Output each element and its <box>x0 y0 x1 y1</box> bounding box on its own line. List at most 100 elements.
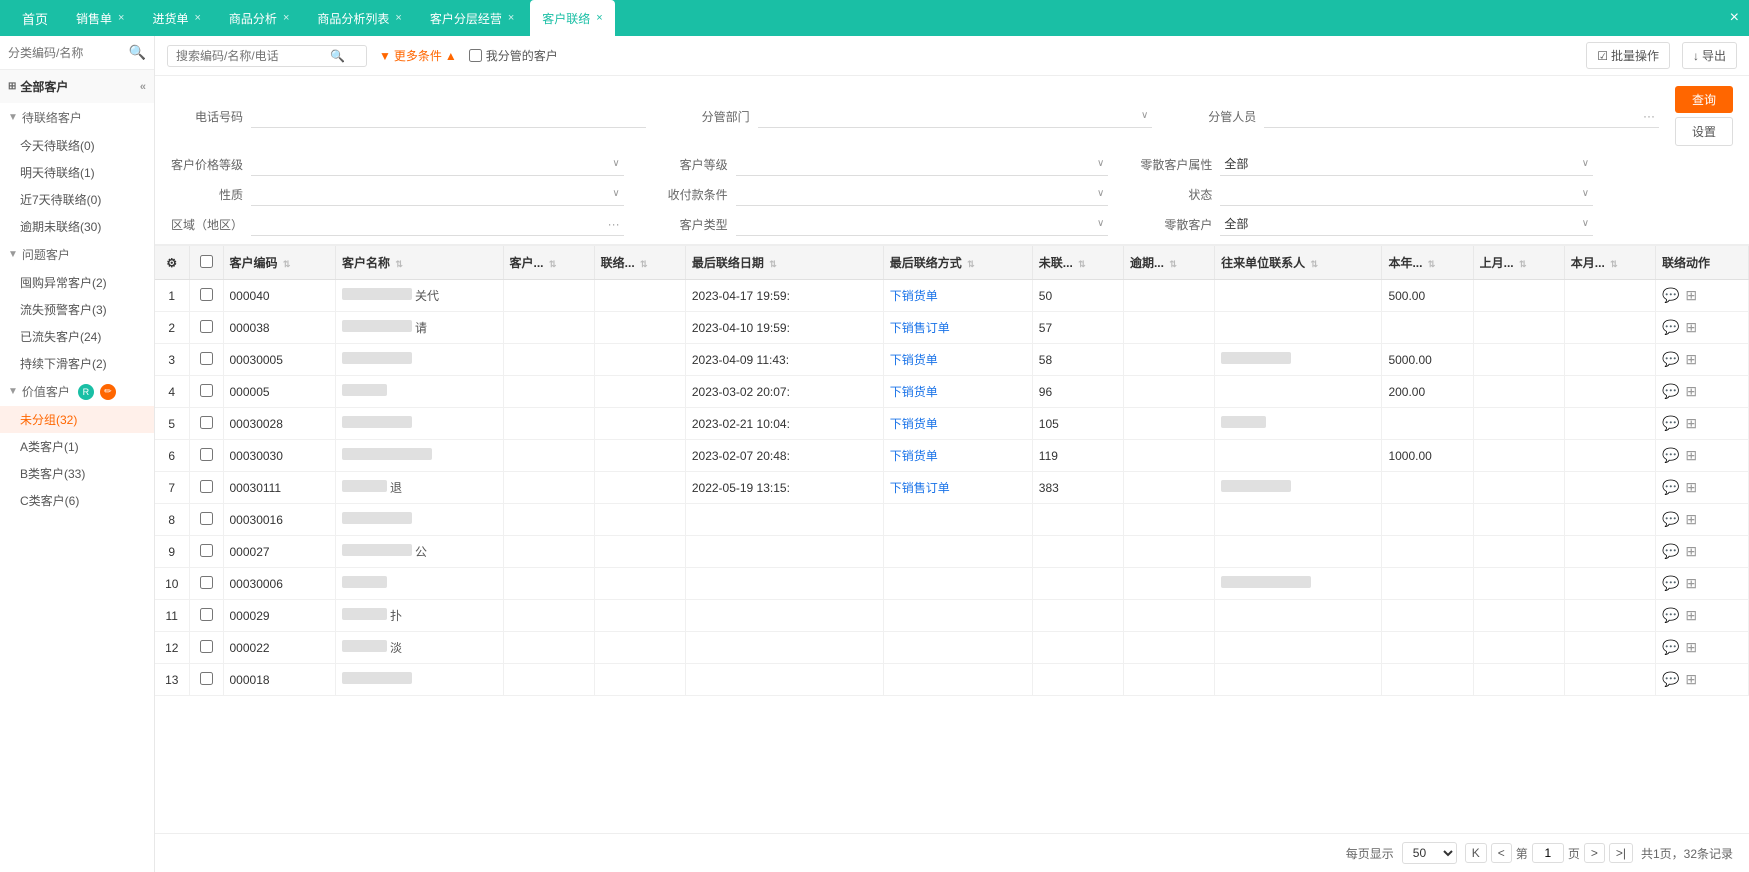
row-check[interactable] <box>200 480 213 493</box>
sidebar-item-7days[interactable]: 近7天待联络(0) <box>0 186 154 213</box>
status-select[interactable]: ∨ <box>1220 182 1593 206</box>
comment-icon[interactable]: 💬 <box>1662 415 1679 432</box>
close-icon[interactable]: × <box>395 12 401 24</box>
nav-analysis[interactable]: 商品分析 × <box>217 0 301 36</box>
sidebar-item-tomorrow[interactable]: 明天待联络(1) <box>0 159 154 186</box>
last-method-link[interactable]: 下销货单 <box>890 353 938 367</box>
thisyear-col-header[interactable]: 本年... ⇅ <box>1382 246 1473 280</box>
all-customers-header[interactable]: ⊞ 全部客户 « <box>0 70 154 103</box>
nature-select[interactable]: ∨ <box>251 182 624 206</box>
row-check[interactable] <box>200 352 213 365</box>
row-checkbox[interactable] <box>189 312 223 344</box>
nav-purchase[interactable]: 进货单 × <box>140 0 212 36</box>
sidebar-item-a-class[interactable]: A类客户(1) <box>0 433 154 460</box>
thismonth-col-header[interactable]: 本月... ⇅ <box>1564 246 1655 280</box>
customer-type-select[interactable]: ∨ <box>736 212 1109 236</box>
row-check[interactable] <box>200 640 213 653</box>
sidebar-item-ungroup[interactable]: 未分组(32) <box>0 406 154 433</box>
page-input[interactable] <box>1532 843 1564 863</box>
contact-col-header[interactable]: 联络... ⇅ <box>594 246 685 280</box>
sidebar-item-lost[interactable]: 已流失客户(24) <box>0 323 154 350</box>
sidebar-item-abnormal[interactable]: 囤购异常客户(2) <box>0 269 154 296</box>
overdue-col-header[interactable]: 逾期... ⇅ <box>1123 246 1214 280</box>
batch-op-button[interactable]: ☑ 批量操作 <box>1586 42 1670 69</box>
sidebar-item-overdue[interactable]: 逾期未联络(30) <box>0 213 154 240</box>
last-page-button[interactable]: >| <box>1609 843 1633 863</box>
grid-action-icon[interactable]: ⊞ <box>1685 575 1697 592</box>
row-checkbox[interactable] <box>189 472 223 504</box>
close-icon[interactable]: × <box>118 12 124 24</box>
comment-icon[interactable]: 💬 <box>1662 319 1679 336</box>
close-icon[interactable]: × <box>194 12 200 24</box>
comment-icon[interactable]: 💬 <box>1662 383 1679 400</box>
last-method-link[interactable]: 下销售订单 <box>890 321 950 335</box>
prev-page-button[interactable]: < <box>1491 843 1512 863</box>
row-checkbox[interactable] <box>189 504 223 536</box>
sidebar-group-pending[interactable]: ▼ 待联络客户 <box>0 103 154 132</box>
grid-action-icon[interactable]: ⊞ <box>1685 543 1697 560</box>
checkbox-col-header[interactable] <box>189 246 223 280</box>
row-checkbox[interactable] <box>189 632 223 664</box>
close-icon[interactable]: × <box>596 12 602 24</box>
comment-icon[interactable]: 💬 <box>1662 511 1679 528</box>
row-checkbox[interactable] <box>189 536 223 568</box>
search-icon[interactable]: 🔍 <box>330 49 345 63</box>
sidebar-item-warn[interactable]: 流失预警客户(3) <box>0 296 154 323</box>
close-icon[interactable]: × <box>508 12 514 24</box>
row-check[interactable] <box>200 448 213 461</box>
grid-action-icon[interactable]: ⊞ <box>1685 351 1697 368</box>
row-check[interactable] <box>200 576 213 589</box>
grid-action-icon[interactable]: ⊞ <box>1685 447 1697 464</box>
export-button[interactable]: ↓ 导出 <box>1682 42 1737 69</box>
sidebar-group-problem[interactable]: ▼ 问题客户 <box>0 240 154 269</box>
grid-action-icon[interactable]: ⊞ <box>1685 383 1697 400</box>
last-method-col-header[interactable]: 最后联络方式 ⇅ <box>883 246 1032 280</box>
comment-icon[interactable]: 💬 <box>1662 607 1679 624</box>
comment-icon[interactable]: 💬 <box>1662 447 1679 464</box>
grid-action-icon[interactable]: ⊞ <box>1685 479 1697 496</box>
sidebar-item-today[interactable]: 今天待联络(0) <box>0 132 154 159</box>
comment-icon[interactable]: 💬 <box>1662 543 1679 560</box>
grid-action-icon[interactable]: ⊞ <box>1685 511 1697 528</box>
row-check[interactable] <box>200 416 213 429</box>
last-method-link[interactable]: 下销货单 <box>890 289 938 303</box>
row-checkbox[interactable] <box>189 600 223 632</box>
last-method-link[interactable]: 下销货单 <box>890 449 938 463</box>
row-checkbox[interactable] <box>189 376 223 408</box>
search-input[interactable] <box>176 49 326 63</box>
grid-action-icon[interactable]: ⊞ <box>1685 287 1697 304</box>
search-button[interactable]: 查询 <box>1675 86 1733 113</box>
sidebar-group-value[interactable]: ▼ 价值客户 R ✏ <box>0 377 154 406</box>
my-customers-check[interactable] <box>469 49 482 62</box>
sidebar-item-declining[interactable]: 持续下滑客户(2) <box>0 350 154 377</box>
row-checkbox[interactable] <box>189 568 223 600</box>
comment-icon[interactable]: 💬 <box>1662 479 1679 496</box>
row-check[interactable] <box>200 320 213 333</box>
grid-action-icon[interactable]: ⊞ <box>1685 607 1697 624</box>
scatter-customer-select[interactable]: 全部 ∨ <box>1220 212 1593 236</box>
payment-select[interactable]: ∨ <box>736 182 1109 206</box>
row-checkbox[interactable] <box>189 280 223 312</box>
comment-icon[interactable]: 💬 <box>1662 575 1679 592</box>
sidebar-item-b-class[interactable]: B类客户(33) <box>0 460 154 487</box>
first-page-button[interactable]: K <box>1465 843 1487 863</box>
row-checkbox[interactable] <box>189 664 223 696</box>
comment-icon[interactable]: 💬 <box>1662 351 1679 368</box>
row-check[interactable] <box>200 384 213 397</box>
name-col-header[interactable]: 客户名称 ⇅ <box>336 246 504 280</box>
comment-icon[interactable]: 💬 <box>1662 639 1679 656</box>
more-filters-button[interactable]: ▼ 更多条件 ▲ <box>379 47 457 64</box>
category-search-input[interactable] <box>8 46 125 60</box>
grid-action-icon[interactable]: ⊞ <box>1685 671 1697 688</box>
nav-sales[interactable]: 销售单 × <box>64 0 136 36</box>
dept-select[interactable]: ∨ <box>758 104 1153 128</box>
my-customers-checkbox[interactable]: 我分管的客户 <box>469 47 558 64</box>
last-date-col-header[interactable]: 最后联络日期 ⇅ <box>685 246 883 280</box>
collapse-icon[interactable]: « <box>140 81 146 93</box>
lastmonth-col-header[interactable]: 上月... ⇅ <box>1473 246 1564 280</box>
last-method-link[interactable]: 下销货单 <box>890 385 938 399</box>
row-check[interactable] <box>200 544 213 557</box>
row-checkbox[interactable] <box>189 344 223 376</box>
settings-col-header[interactable]: ⚙ <box>155 246 189 280</box>
sidebar-item-c-class[interactable]: C类客户(6) <box>0 487 154 514</box>
